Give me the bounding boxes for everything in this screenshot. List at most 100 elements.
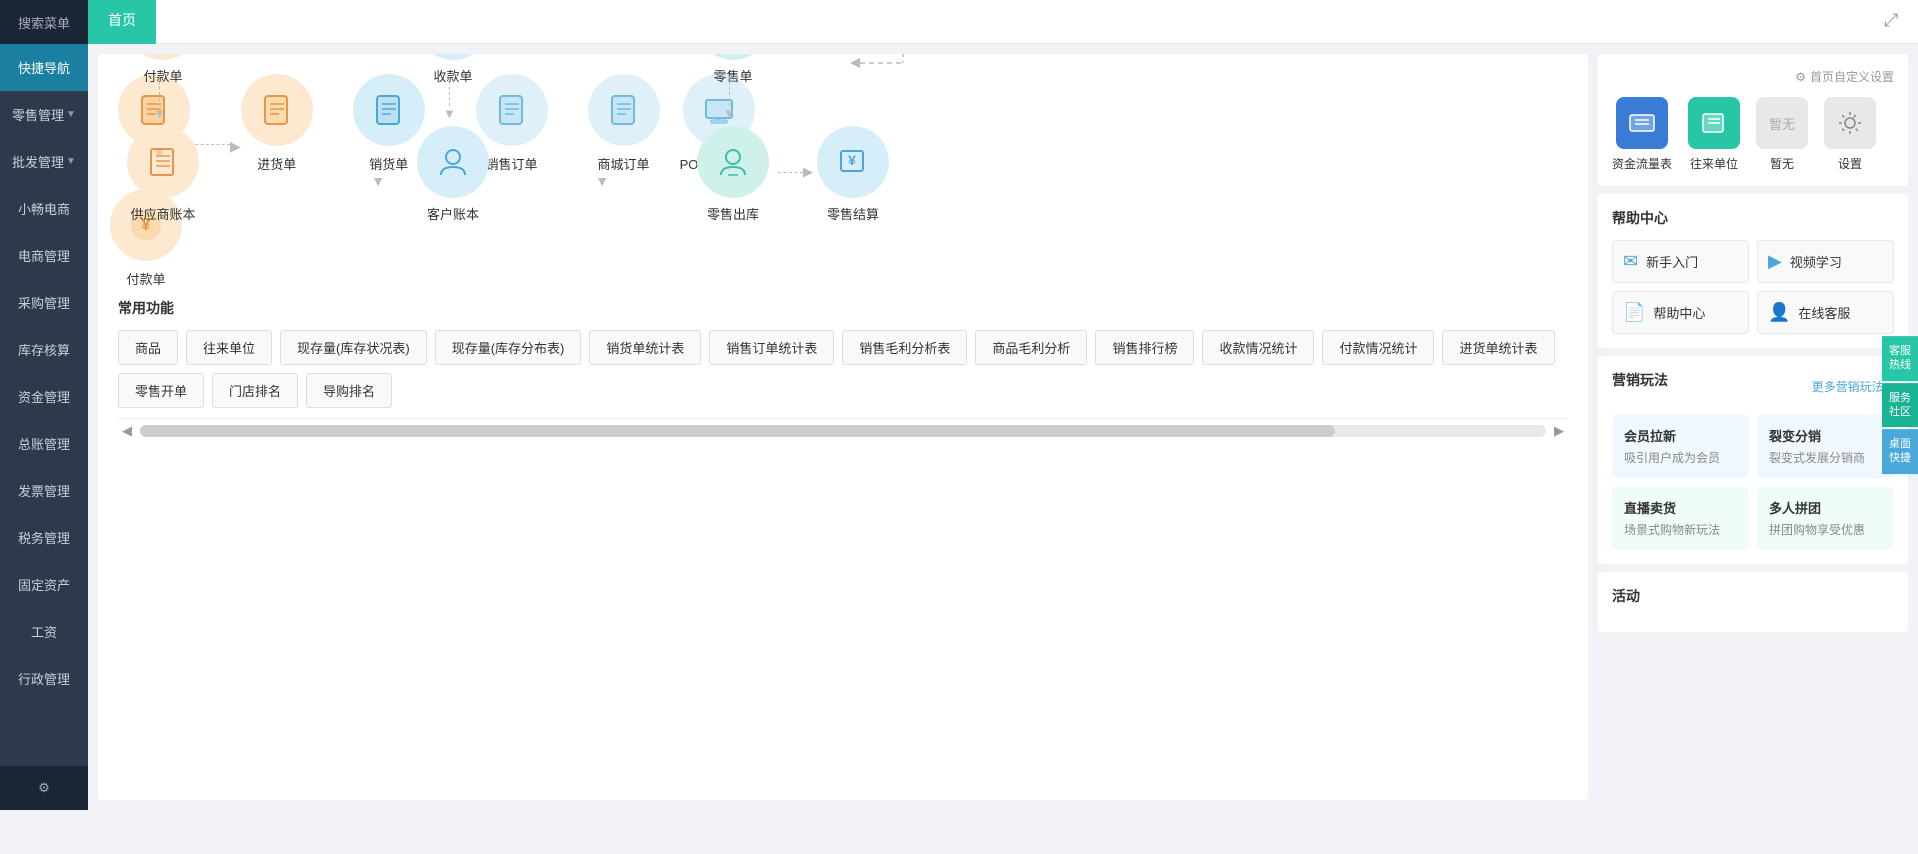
sidebar-item-tax[interactable]: 税务管理 (0, 514, 88, 561)
svg-text:供: 供 (156, 148, 163, 157)
search-label: 搜索菜单 (18, 13, 70, 32)
pnode-retail-outbound[interactable]: 零售出库 (688, 126, 778, 223)
marketing-header: 营销玩法 更多营销玩法 > (1612, 370, 1894, 402)
marketing-item-desc-3: 拼团购物享受优惠 (1769, 521, 1882, 538)
sidebar-item-wholesale[interactable]: 批发管理 ▼ (0, 138, 88, 185)
sidebar-item-salary[interactable]: 工资 (0, 608, 88, 655)
help-item-3[interactable]: 👤 在线客服 (1757, 291, 1894, 334)
marketing-grid: 会员拉新吸引用户成为会员裂变分销裂变式发展分销商直播卖货场景式购物新玩法多人拼团… (1612, 414, 1894, 550)
sidebar: 搜索菜单 快捷导航 零售管理 ▼ 批发管理 ▼ 小畅电商 电商管理 采购管理 库… (0, 0, 88, 810)
float-btn-customer-service[interactable]: 客服热线 (1882, 336, 1918, 381)
help-label-2: 帮助中心 (1653, 303, 1705, 322)
shortcut-icon-0 (1616, 97, 1668, 149)
cf-button[interactable]: 进货单统计表 (1442, 330, 1554, 365)
shortcuts-header: ⚙ 首页自定义设置 (1612, 68, 1894, 85)
gear-icon: ⚙ (38, 780, 50, 795)
marketing-item-title-3: 多人拼团 (1769, 498, 1882, 517)
sidebar-item-ecommerce-small[interactable]: 小畅电商 (0, 185, 88, 232)
help-item-0[interactable]: ✉ 新手入门 (1612, 240, 1749, 283)
sidebar-search[interactable]: 搜索菜单 (0, 0, 88, 44)
sidebar-settings[interactable]: ⚙ (0, 766, 88, 810)
shortcut-item-2[interactable]: 暂无暂无 (1756, 97, 1808, 172)
float-buttons: 客服热线 服务社区 桌面快捷 (1882, 336, 1918, 474)
cf-button[interactable]: 销售订单统计表 (709, 330, 834, 365)
sidebar-item-admin[interactable]: 行政管理 (0, 655, 88, 702)
help-item-2[interactable]: 📄 帮助中心 (1612, 291, 1749, 334)
sidebar-item-ledger[interactable]: 总账管理 (0, 420, 88, 467)
scroll-thumb (140, 425, 1335, 437)
help-icon-2: 📄 (1623, 302, 1645, 323)
shortcut-label-0: 资金流量表 (1612, 155, 1672, 172)
cf-button[interactable]: 现存量(库存分布表) (435, 330, 582, 365)
help-item-1[interactable]: ▶视频学习 (1757, 240, 1894, 283)
shortcut-item-3[interactable]: 设置 (1824, 97, 1876, 172)
activities-title: 活动 (1612, 586, 1894, 606)
sidebar-item-inventory[interactable]: 库存核算 (0, 326, 88, 373)
shortcut-icon-3 (1824, 97, 1876, 149)
marketing-item-2[interactable]: 直播卖货场景式购物新玩法 (1612, 486, 1749, 550)
cf-button[interactable]: 商品 (118, 330, 178, 365)
sidebar-item-ecommerce[interactable]: 电商管理 (0, 232, 88, 279)
marketing-title: 营销玩法 (1612, 370, 1668, 390)
marketing-item-3[interactable]: 多人拼团拼团购物享受优惠 (1757, 486, 1894, 550)
shortcut-item-1[interactable]: 往来单位 (1688, 97, 1740, 172)
cf-button[interactable]: 收款情况统计 (1202, 330, 1314, 365)
shortcut-label-2: 暂无 (1770, 155, 1794, 172)
cf-button[interactable]: 导购排名 (306, 373, 392, 408)
sidebar-item-purchase[interactable]: 采购管理 (0, 279, 88, 326)
shortcut-item-0[interactable]: 资金流量表 (1612, 97, 1672, 172)
cf-button[interactable]: 零售开单 (118, 373, 204, 408)
marketing-item-1[interactable]: 裂变分销裂变式发展分销商 (1757, 414, 1894, 478)
help-label-0: 新手入门 (1646, 252, 1698, 271)
marketing-section: 营销玩法 更多营销玩法 > 会员拉新吸引用户成为会员裂变分销裂变式发展分销商直播… (1598, 356, 1908, 564)
common-functions: 常用功能 商品往来单位现存量(库存状况表)现存量(库存分布表)销货单统计表销售订… (118, 298, 1568, 408)
right-panel: ⚙ 首页自定义设置 资金流量表往来单位暂无暂无设置 帮助中心 ✉新手入门▶视频学… (1598, 44, 1918, 810)
customize-link[interactable]: ⚙ 首页自定义设置 (1795, 68, 1894, 85)
expand-icon[interactable]: ⤢ (1884, 10, 1908, 34)
sidebar-item-assets[interactable]: 固定资产 (0, 561, 88, 608)
gear-icon: ⚙ (1795, 70, 1806, 84)
shortcut-label-1: 往来单位 (1690, 155, 1738, 172)
svg-text:¥: ¥ (848, 152, 856, 168)
scroll-left-arrow[interactable]: ◀ (118, 423, 136, 439)
help-title: 帮助中心 (1612, 208, 1894, 228)
activities-section: 活动 (1598, 572, 1908, 632)
sidebar-item-invoice[interactable]: 发票管理 (0, 467, 88, 514)
help-label-1: 视频学习 (1790, 252, 1842, 271)
pnode-supplier-account[interactable]: 供 供应商账本 (118, 126, 208, 223)
help-grid: ✉ 新手入门 ▶视频学习 📄 帮助中心 👤 在线客服 (1612, 240, 1894, 334)
help-icon-3: 👤 (1768, 302, 1790, 323)
shortcut-icon-1 (1688, 97, 1740, 149)
cf-button[interactable]: 商品毛利分析 (975, 330, 1087, 365)
sidebar-item-finance[interactable]: 资金管理 (0, 373, 88, 420)
sidebar-item-quicknav[interactable]: 快捷导航 (0, 44, 88, 91)
marketing-item-title-2: 直播卖货 (1624, 498, 1737, 517)
cf-button[interactable]: 门店排名 (212, 373, 298, 408)
scrollbar: ◀ ▶ (118, 418, 1568, 443)
cf-button[interactable]: 往来单位 (186, 330, 272, 365)
shortcut-icon-2: 暂无 (1756, 97, 1808, 149)
scroll-right-arrow[interactable]: ▶ (1550, 423, 1568, 439)
marketing-item-desc-2: 场景式购物新玩法 (1624, 521, 1737, 538)
tab-home[interactable]: 首页 (88, 0, 156, 44)
pnode-retail-settlement[interactable]: ¥ 零售结算 (808, 126, 898, 223)
marketing-item-desc-1: 裂变式发展分销商 (1769, 449, 1882, 466)
help-section: 帮助中心 ✉ 新手入门 ▶视频学习 📄 帮助中心 👤 在线客服 (1598, 194, 1908, 348)
marketing-item-0[interactable]: 会员拉新吸引用户成为会员 (1612, 414, 1749, 478)
marketing-item-title-1: 裂变分销 (1769, 426, 1882, 445)
shortcuts-grid: 资金流量表往来单位暂无暂无设置 (1612, 97, 1894, 172)
pnode-customer-account[interactable]: 客户账本 (408, 126, 498, 223)
float-btn-desktop[interactable]: 桌面快捷 (1882, 429, 1918, 474)
sidebar-item-retail[interactable]: 零售管理 ▼ (0, 91, 88, 138)
cf-button[interactable]: 付款情况统计 (1322, 330, 1434, 365)
cf-button[interactable]: 现存量(库存状况表) (280, 330, 427, 365)
cf-button[interactable]: 销售毛利分析表 (842, 330, 967, 365)
help-label-3: 在线客服 (1798, 303, 1850, 322)
help-icon-0: ✉ (1623, 251, 1638, 272)
cf-title: 常用功能 (118, 298, 1568, 318)
scroll-track[interactable] (140, 425, 1546, 437)
cf-button[interactable]: 销售排行榜 (1095, 330, 1194, 365)
topbar-right: ⤢ (1884, 10, 1918, 34)
cf-button[interactable]: 销货单统计表 (589, 330, 701, 365)
float-btn-community[interactable]: 服务社区 (1882, 383, 1918, 428)
